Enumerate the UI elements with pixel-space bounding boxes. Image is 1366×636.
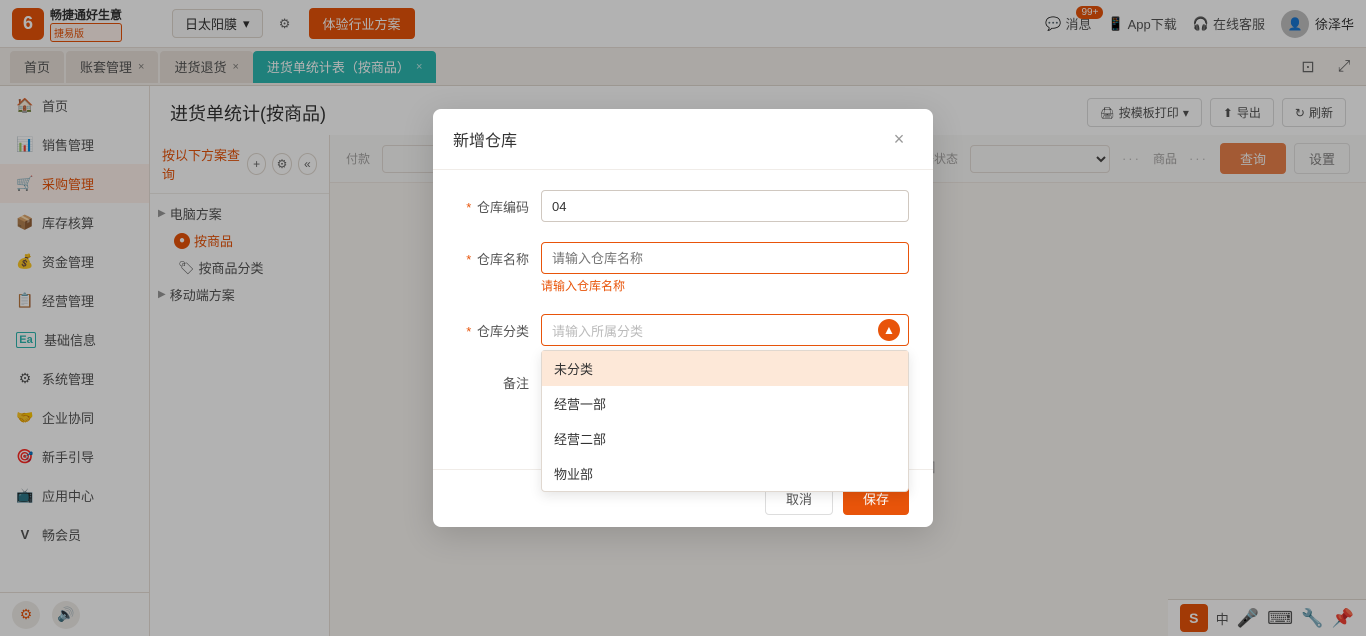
dropdown-item-dept3[interactable]: 物业部: [542, 456, 908, 491]
dropdown-item-uncategorized[interactable]: 未分类: [542, 351, 908, 386]
warehouse-name-input[interactable]: [541, 242, 909, 274]
category-select[interactable]: 请输入所属分类 ▲: [541, 314, 909, 346]
name-control: 请输入仓库名称: [541, 242, 909, 294]
category-label: * 仓库分类: [457, 314, 529, 340]
category-control: 请输入所属分类 ▲ 未分类 经营一部 经营二部 物业部: [541, 314, 909, 346]
dropdown-item-dept1[interactable]: 经营一部: [542, 386, 908, 421]
add-warehouse-modal: 新增仓库 × * 仓库编码 *: [433, 109, 933, 527]
remark-label: 备注: [457, 366, 529, 392]
category-dropdown: 未分类 经营一部 经营二部 物业部: [541, 350, 909, 492]
app-container: 6 畅捷通好生意 捷易版 日太阳膜 ▾ ⚙ 体验行业方案 💬 消息 99+ 📱 …: [0, 0, 1366, 636]
warehouse-code-input[interactable]: [541, 190, 909, 222]
dropdown-item-dept2[interactable]: 经营二部: [542, 421, 908, 456]
form-row-code: * 仓库编码: [457, 190, 909, 222]
category-arrow-icon[interactable]: ▲: [878, 319, 900, 341]
code-label: * 仓库编码: [457, 190, 529, 216]
modal-overlay: 新增仓库 × * 仓库编码 *: [0, 0, 1366, 636]
name-label: * 仓库名称: [457, 242, 529, 268]
modal-header: 新增仓库 ×: [433, 109, 933, 170]
code-control: [541, 190, 909, 222]
modal-body: * 仓库编码 * 仓库名称 请输入仓库名称: [433, 170, 933, 469]
name-error-msg: 请输入仓库名称: [541, 277, 909, 294]
modal-title: 新增仓库: [453, 127, 517, 151]
form-row-name: * 仓库名称 请输入仓库名称: [457, 242, 909, 294]
modal-close-button[interactable]: ×: [885, 125, 913, 153]
form-row-category: * 仓库分类 请输入所属分类 ▲ 未分类 经营一部 经营二部: [457, 314, 909, 346]
